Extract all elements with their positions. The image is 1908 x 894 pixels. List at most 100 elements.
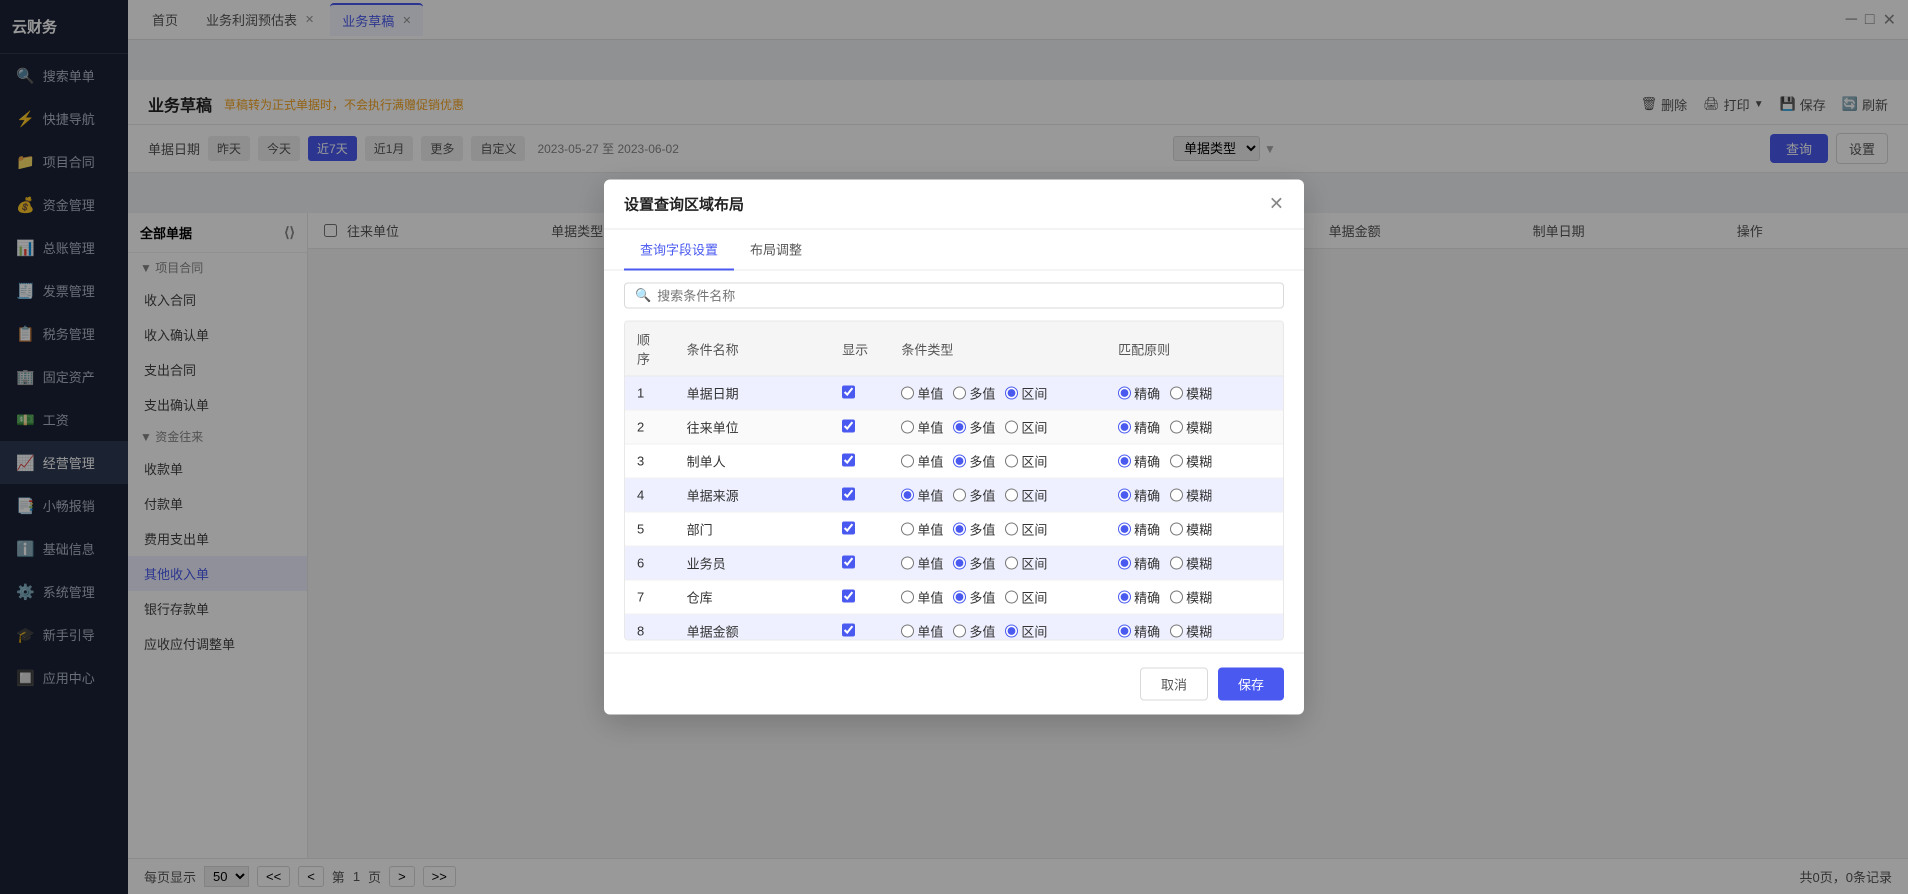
row-show-2[interactable] [830, 410, 889, 444]
row-match-2: 精确模糊 [1106, 410, 1283, 444]
row-match-8: 精确模糊 [1106, 614, 1283, 641]
row-order-8: 8 [625, 614, 675, 641]
radio-type_single-4[interactable]: 单值 [901, 486, 943, 505]
radio-match_fuzzy-4[interactable]: 模糊 [1170, 486, 1212, 505]
conditions-table-scroll[interactable]: 顺序 条件名称 显示 条件类型 匹配原则 1单据日期单值多值区间精确模糊2往来单… [624, 321, 1284, 641]
row-show-1[interactable] [830, 376, 889, 410]
row-name-2: 往来单位 [675, 410, 831, 444]
radio-type_multi-8[interactable]: 多值 [953, 622, 995, 641]
radio-type_range-7[interactable]: 区间 [1005, 588, 1047, 607]
radio-type_multi-6[interactable]: 多值 [953, 554, 995, 573]
radio-match_exact-4[interactable]: 精确 [1118, 486, 1160, 505]
radio-type_range-2[interactable]: 区间 [1005, 418, 1047, 437]
radio-match_exact-5[interactable]: 精确 [1118, 520, 1160, 539]
row-type-4: 单值多值区间 [889, 478, 1106, 512]
row-name-4: 单据来源 [675, 478, 831, 512]
dialog-tabs: 查询字段设置 布局调整 [604, 230, 1304, 271]
th-type: 条件类型 [889, 322, 1106, 377]
show-checkbox-6[interactable] [842, 555, 855, 568]
radio-match_fuzzy-1[interactable]: 模糊 [1170, 384, 1212, 403]
row-type-2: 单值多值区间 [889, 410, 1106, 444]
radio-type_range-5[interactable]: 区间 [1005, 520, 1047, 539]
radio-type_multi-5[interactable]: 多值 [953, 520, 995, 539]
row-match-6: 精确模糊 [1106, 546, 1283, 580]
condition-search-bar: 🔍 [624, 283, 1284, 309]
row-type-8: 单值多值区间 [889, 614, 1106, 641]
row-order-7: 7 [625, 580, 675, 614]
radio-type_single-6[interactable]: 单值 [901, 554, 943, 573]
radio-match_fuzzy-3[interactable]: 模糊 [1170, 452, 1212, 471]
row-match-3: 精确模糊 [1106, 444, 1283, 478]
radio-type_range-4[interactable]: 区间 [1005, 486, 1047, 505]
radio-match_exact-3[interactable]: 精确 [1118, 452, 1160, 471]
radio-match_exact-1[interactable]: 精确 [1118, 384, 1160, 403]
table-row: 6业务员单值多值区间精确模糊 [625, 546, 1283, 580]
show-checkbox-2[interactable] [842, 419, 855, 432]
row-show-6[interactable] [830, 546, 889, 580]
radio-type_multi-4[interactable]: 多值 [953, 486, 995, 505]
row-show-4[interactable] [830, 478, 889, 512]
row-order-3: 3 [625, 444, 675, 478]
radio-type_range-1[interactable]: 区间 [1005, 384, 1047, 403]
radio-type_range-6[interactable]: 区间 [1005, 554, 1047, 573]
radio-match_fuzzy-8[interactable]: 模糊 [1170, 622, 1212, 641]
row-match-5: 精确模糊 [1106, 512, 1283, 546]
radio-type_multi-3[interactable]: 多值 [953, 452, 995, 471]
row-show-8[interactable] [830, 614, 889, 641]
row-name-8: 单据金额 [675, 614, 831, 641]
show-checkbox-7[interactable] [842, 589, 855, 602]
th-order: 顺序 [625, 322, 675, 377]
show-checkbox-3[interactable] [842, 453, 855, 466]
show-checkbox-5[interactable] [842, 521, 855, 534]
radio-match_fuzzy-5[interactable]: 模糊 [1170, 520, 1212, 539]
conditions-table: 顺序 条件名称 显示 条件类型 匹配原则 1单据日期单值多值区间精确模糊2往来单… [625, 322, 1283, 641]
radio-type_multi-7[interactable]: 多值 [953, 588, 995, 607]
cancel-button[interactable]: 取消 [1140, 668, 1208, 701]
row-order-6: 6 [625, 546, 675, 580]
radio-match_exact-8[interactable]: 精确 [1118, 622, 1160, 641]
row-show-5[interactable] [830, 512, 889, 546]
row-name-7: 仓库 [675, 580, 831, 614]
radio-match_fuzzy-7[interactable]: 模糊 [1170, 588, 1212, 607]
radio-match_exact-2[interactable]: 精确 [1118, 418, 1160, 437]
radio-type_single-2[interactable]: 单值 [901, 418, 943, 437]
dialog-body: 🔍 顺序 条件名称 显示 条件类型 匹配原则 1单据日期单值多值区间精确模糊2往… [604, 271, 1304, 653]
row-show-3[interactable] [830, 444, 889, 478]
row-type-5: 单值多值区间 [889, 512, 1106, 546]
radio-type_multi-2[interactable]: 多值 [953, 418, 995, 437]
radio-type_range-8[interactable]: 区间 [1005, 622, 1047, 641]
radio-type_single-7[interactable]: 单值 [901, 588, 943, 607]
radio-type_single-8[interactable]: 单值 [901, 622, 943, 641]
radio-match_fuzzy-6[interactable]: 模糊 [1170, 554, 1212, 573]
radio-type_multi-1[interactable]: 多值 [953, 384, 995, 403]
radio-type_single-1[interactable]: 单值 [901, 384, 943, 403]
radio-type_range-3[interactable]: 区间 [1005, 452, 1047, 471]
row-type-6: 单值多值区间 [889, 546, 1106, 580]
row-type-1: 单值多值区间 [889, 376, 1106, 410]
dialog-footer: 取消 保存 [604, 653, 1304, 715]
row-show-7[interactable] [830, 580, 889, 614]
radio-match_exact-6[interactable]: 精确 [1118, 554, 1160, 573]
tab-layout-adjust[interactable]: 布局调整 [734, 230, 818, 271]
row-order-5: 5 [625, 512, 675, 546]
dialog-close-button[interactable]: ✕ [1269, 194, 1284, 215]
radio-match_fuzzy-2[interactable]: 模糊 [1170, 418, 1212, 437]
table-row: 1单据日期单值多值区间精确模糊 [625, 376, 1283, 410]
show-checkbox-4[interactable] [842, 487, 855, 500]
tab-query-fields[interactable]: 查询字段设置 [624, 230, 734, 271]
show-checkbox-8[interactable] [842, 623, 855, 636]
table-row: 5部门单值多值区间精确模糊 [625, 512, 1283, 546]
show-checkbox-1[interactable] [842, 385, 855, 398]
save-dialog-button[interactable]: 保存 [1218, 668, 1284, 701]
table-row: 8单据金额单值多值区间精确模糊 [625, 614, 1283, 641]
th-show: 显示 [830, 322, 889, 377]
row-order-4: 4 [625, 478, 675, 512]
row-name-5: 部门 [675, 512, 831, 546]
radio-match_exact-7[interactable]: 精确 [1118, 588, 1160, 607]
row-match-7: 精确模糊 [1106, 580, 1283, 614]
search-icon: 🔍 [635, 288, 651, 304]
radio-type_single-3[interactable]: 单值 [901, 452, 943, 471]
condition-search-input[interactable] [657, 288, 1273, 303]
row-name-6: 业务员 [675, 546, 831, 580]
radio-type_single-5[interactable]: 单值 [901, 520, 943, 539]
